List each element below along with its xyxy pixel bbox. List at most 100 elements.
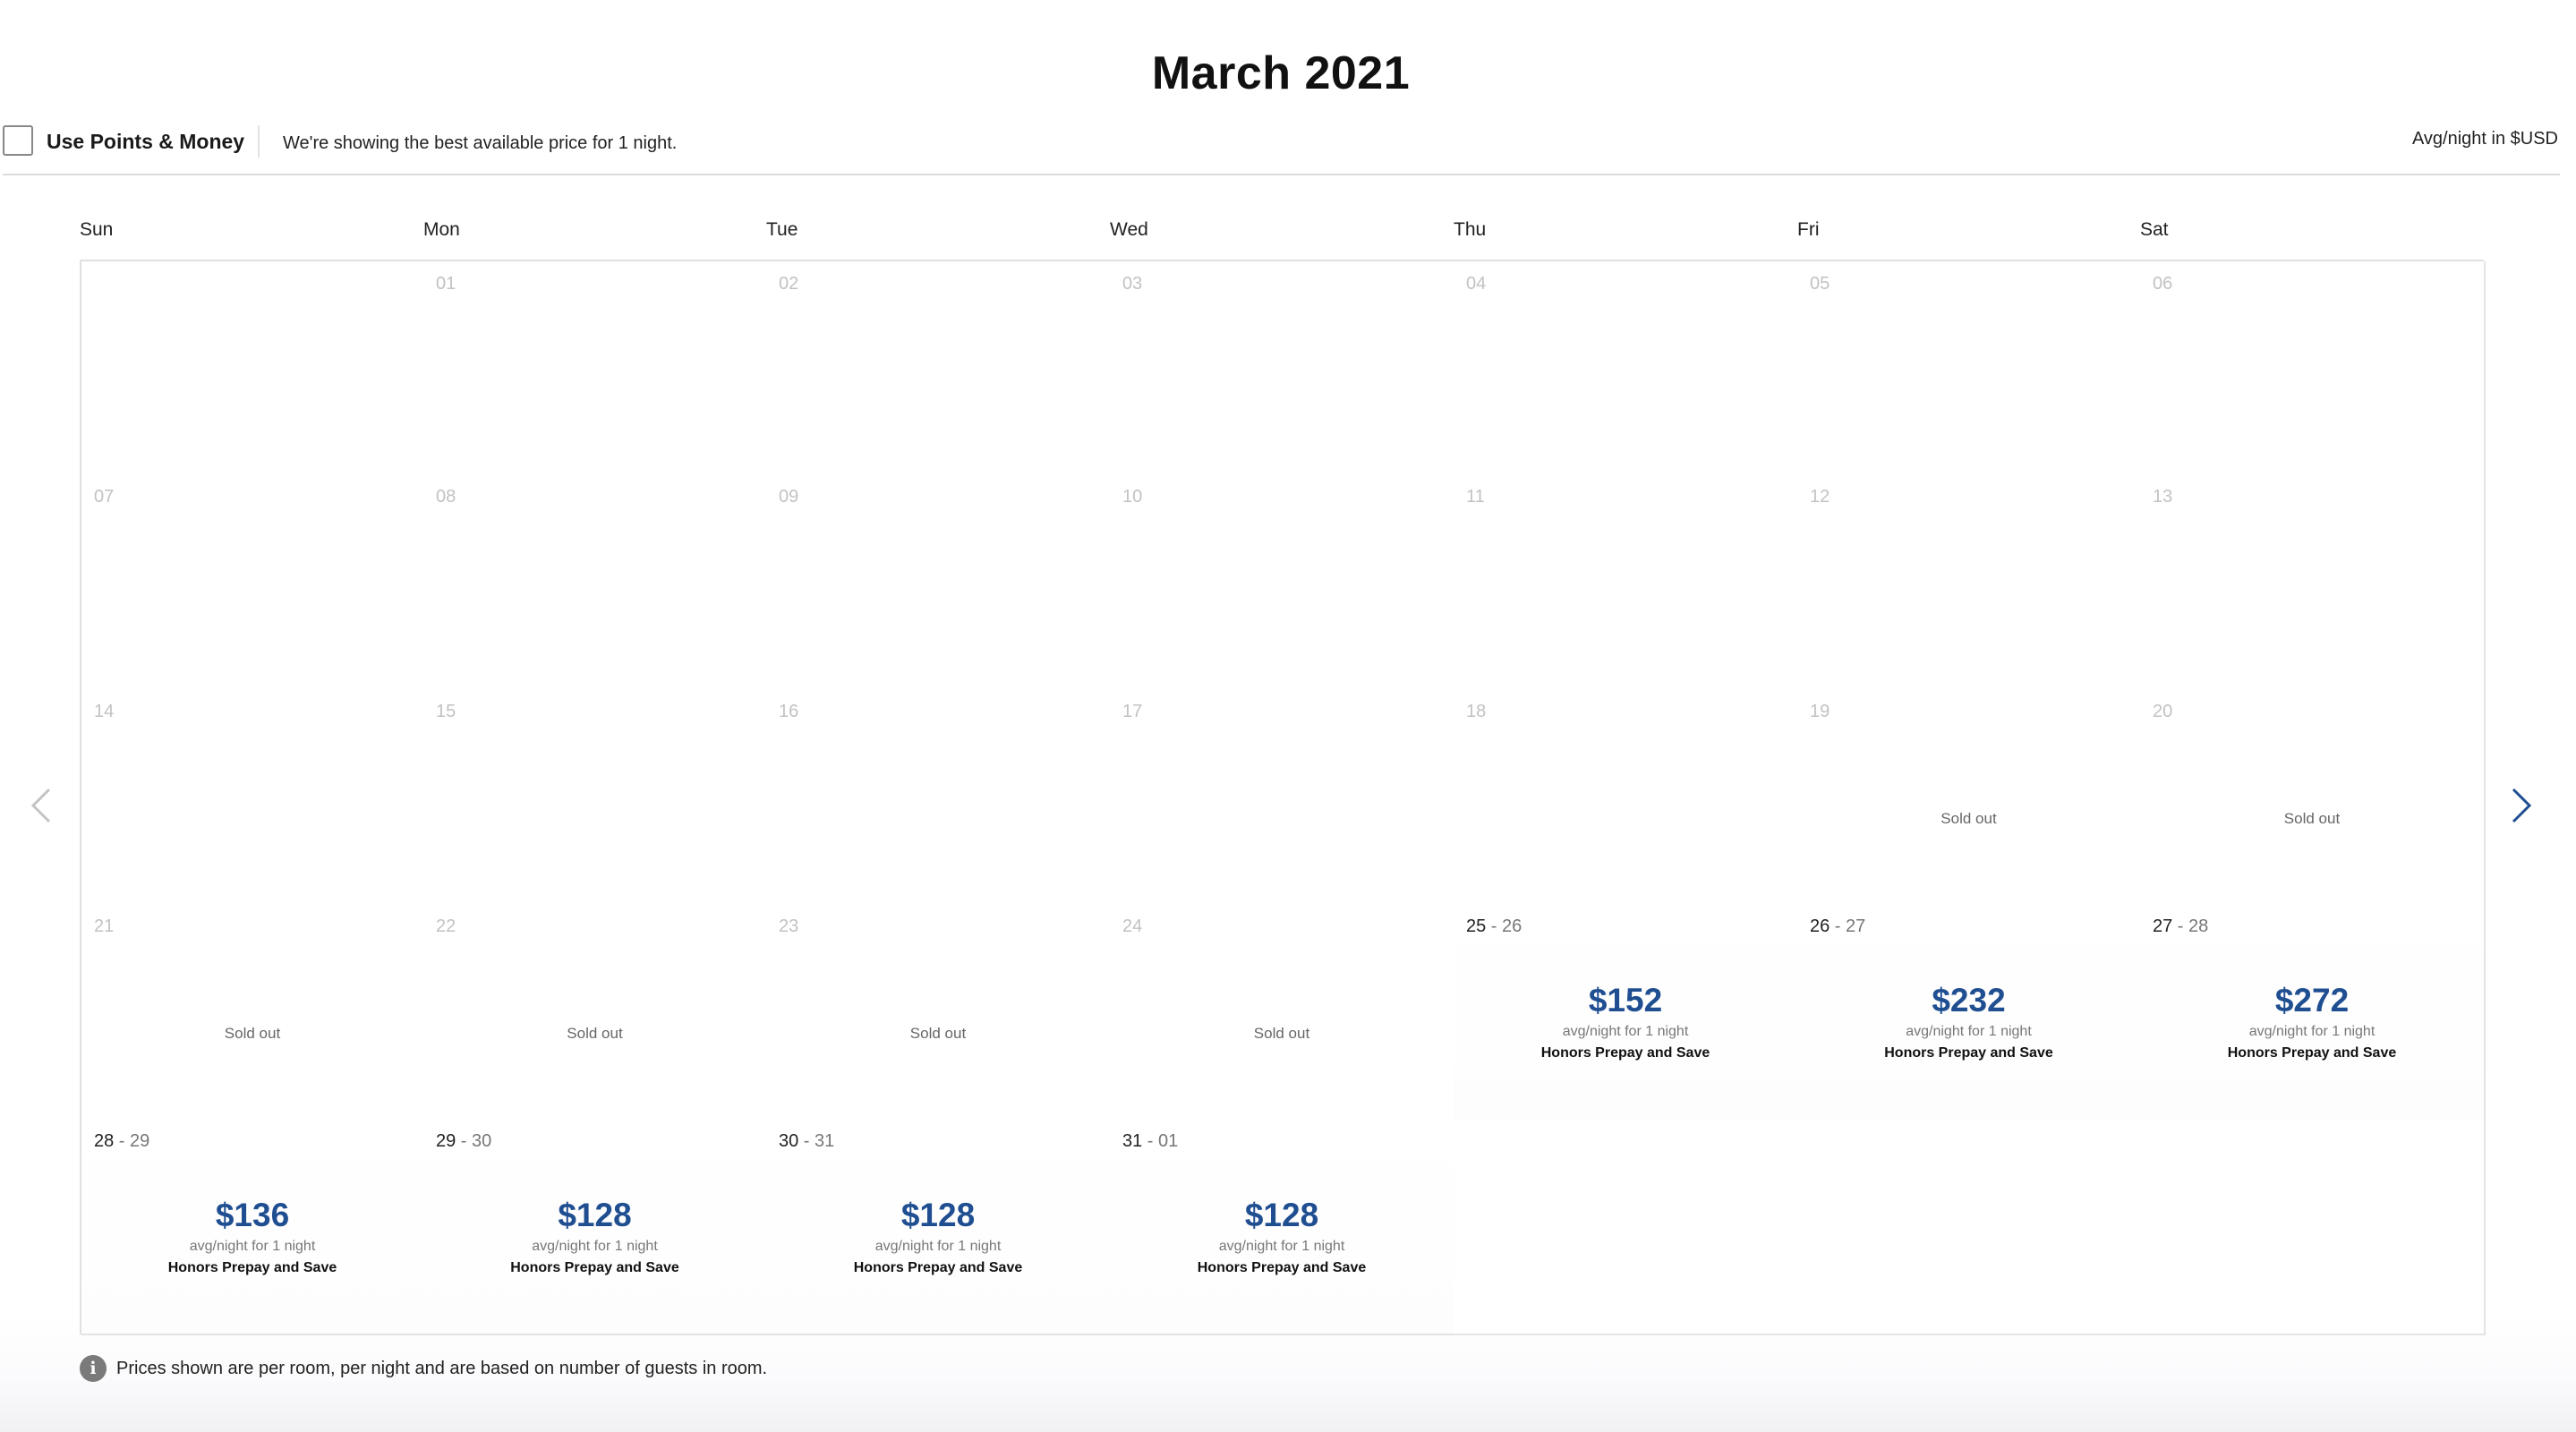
prev-month-button[interactable]	[22, 779, 58, 832]
date-range-from: 28	[94, 1131, 115, 1151]
calendar-cell-unavailable: 13	[2140, 474, 2486, 691]
weekday-mon: Mon	[423, 219, 460, 240]
sold-out-label: Sold out	[567, 1025, 623, 1042]
avg-night-label: avg/night for 1 night	[1906, 1024, 2032, 1039]
calendar-cell-unavailable: 06	[2140, 261, 2486, 476]
day-number: 17	[1122, 702, 1143, 721]
calendar-grid: 01 02 03 04 05 06 07 08 09 10 11 12 13 14 15 16 17 18 19 So…	[80, 260, 2486, 1335]
currency-label: Avg/night in $USD	[2411, 129, 2558, 149]
date-range-from: 30	[779, 1131, 799, 1151]
calendar-cell-price[interactable]: 27 - 28 $272 avg/night for 1 night Honors P…	[2140, 904, 2486, 1121]
rate-plan-name: Honors Prepay and Save	[1197, 1260, 1367, 1275]
day-number: 18	[1466, 702, 1487, 721]
nightly-price: $232	[1932, 982, 2006, 1019]
avg-night-label: avg/night for 1 night	[1562, 1024, 1689, 1039]
calendar-cell-price[interactable]: 31 - 01 $128 avg/night for 1 night Honors P…	[1110, 1119, 1455, 1335]
date-range-sep: -	[1486, 916, 1503, 936]
date-range-to: 30	[472, 1131, 492, 1151]
calendar-cell-unavailable: 08	[423, 474, 768, 691]
calendar-cell-unavailable: 02	[766, 261, 1112, 476]
calendar-cell-price[interactable]: 28 - 29 $136 avg/night for 1 night Honors P…	[81, 1119, 425, 1335]
day-number: 22	[436, 916, 456, 936]
weekday-tue: Tue	[766, 219, 798, 240]
rate-plan-name: Honors Prepay and Save	[510, 1260, 679, 1275]
day-number: 09	[779, 487, 799, 507]
day-number: 04	[1466, 274, 1487, 294]
price-block: $272 avg/night for 1 night Honors Prepay a…	[2140, 981, 2484, 1063]
weekday-header: Sun Mon Tue Wed Thu Fri Sat	[80, 219, 2484, 246]
calendar-cell-unavailable: 15	[423, 689, 768, 906]
day-number: 13	[2153, 487, 2173, 507]
calendar-cell-unavailable: 05	[1797, 261, 2142, 476]
rate-plan-name: Honors Prepay and Save	[1884, 1045, 2053, 1061]
day-number: 08	[436, 487, 456, 507]
calendar-cell-price[interactable]: 25 - 26 $152 avg/night for 1 night Honors P…	[1454, 904, 1799, 1121]
rate-plan-name: Honors Prepay and Save	[167, 1260, 337, 1275]
date-range-to: 31	[815, 1131, 835, 1151]
toolbar-divider	[258, 125, 260, 158]
price-block: $152 avg/night for 1 night Honors Prepay a…	[1454, 981, 1797, 1063]
nightly-price: $136	[215, 1197, 290, 1233]
calendar-cell-unavailable: 11	[1454, 474, 1799, 691]
calendar-cell-unavailable: 14	[81, 689, 425, 906]
weekday-sun: Sun	[80, 219, 114, 240]
date-range-to: 01	[1158, 1131, 1179, 1151]
sold-out-label: Sold out	[1253, 1025, 1310, 1042]
date-range-sep: -	[1830, 916, 1847, 936]
weekday-sat: Sat	[2140, 219, 2169, 240]
next-month-button[interactable]	[2504, 779, 2540, 832]
date-range-sep: -	[798, 1131, 815, 1151]
date-range: 27 - 28	[2153, 916, 2208, 937]
day-number: 10	[1122, 487, 1143, 507]
calendar-cell-empty	[81, 261, 425, 476]
calendar-cell-price[interactable]: 26 - 27 $232 avg/night for 1 night Honors P…	[1797, 904, 2142, 1121]
date-range: 26 - 27	[1810, 916, 1865, 937]
calendar-cell-empty	[1797, 1119, 2142, 1335]
date-range-from: 26	[1810, 916, 1830, 936]
calendar-cell-unavailable: 04	[1454, 261, 1799, 476]
date-range-from: 29	[436, 1131, 456, 1151]
price-block: $128 avg/night for 1 night Honors Prepay a…	[1110, 1196, 1454, 1278]
month-title: March 2021	[1151, 47, 1411, 99]
nightly-price: $128	[558, 1197, 632, 1233]
calendar-cell-price[interactable]: 30 - 31 $128 avg/night for 1 night Honors P…	[766, 1119, 1112, 1335]
toolbar: Use Points & Money We're showing the bes…	[3, 125, 2558, 159]
date-range-to: 28	[2188, 916, 2209, 936]
day-number: 11	[1466, 487, 1485, 507]
date-range-from: 31	[1122, 1131, 1143, 1151]
day-number: 23	[779, 916, 799, 936]
calendar-cell-unavailable: 18	[1454, 689, 1799, 906]
sold-out-label: Sold out	[2283, 810, 2341, 827]
nightly-price: $272	[2274, 982, 2350, 1019]
date-range-sep: -	[456, 1131, 473, 1151]
calendar-cell-empty	[2140, 1119, 2486, 1335]
date-range-sep: -	[2172, 916, 2189, 936]
day-number: 16	[779, 702, 799, 721]
price-block: $232 avg/night for 1 night Honors Prepay a…	[1797, 981, 2140, 1063]
price-block: $136 avg/night for 1 night Honors Prepay a…	[81, 1196, 423, 1278]
calendar-cell-soldout: 24 Sold out	[1110, 904, 1455, 1121]
calendar-cell-unavailable: 03	[1110, 261, 1455, 476]
calendar-cell-unavailable: 12	[1797, 474, 2142, 691]
nightly-price: $152	[1588, 982, 1663, 1019]
use-points-label[interactable]: Use Points & Money	[47, 130, 244, 154]
use-points-checkbox[interactable]	[3, 125, 33, 156]
nightly-price: $128	[1244, 1197, 1319, 1233]
day-number: 21	[94, 916, 115, 936]
calendar-cell-price[interactable]: 29 - 30 $128 avg/night for 1 night Honors P…	[423, 1119, 768, 1335]
calendar-cell-empty	[1454, 1119, 1799, 1335]
weekday-thu: Thu	[1454, 219, 1487, 240]
price-block: $128 avg/night for 1 night Honors Prepay a…	[766, 1196, 1110, 1278]
date-range: 29 - 30	[436, 1131, 491, 1152]
calendar-cell-unavailable: 01	[423, 261, 768, 476]
avg-night-label: avg/night for 1 night	[2248, 1024, 2376, 1039]
nightly-price: $128	[900, 1197, 976, 1233]
sold-out-label: Sold out	[909, 1025, 967, 1042]
day-number: 19	[1810, 702, 1830, 721]
date-range-sep: -	[1142, 1131, 1159, 1151]
avg-night-label: avg/night for 1 night	[532, 1239, 658, 1254]
day-number: 14	[94, 702, 115, 721]
rate-plan-name: Honors Prepay and Save	[2227, 1045, 2397, 1061]
chevron-right-icon	[2512, 788, 2532, 823]
day-number: 06	[2153, 274, 2173, 294]
